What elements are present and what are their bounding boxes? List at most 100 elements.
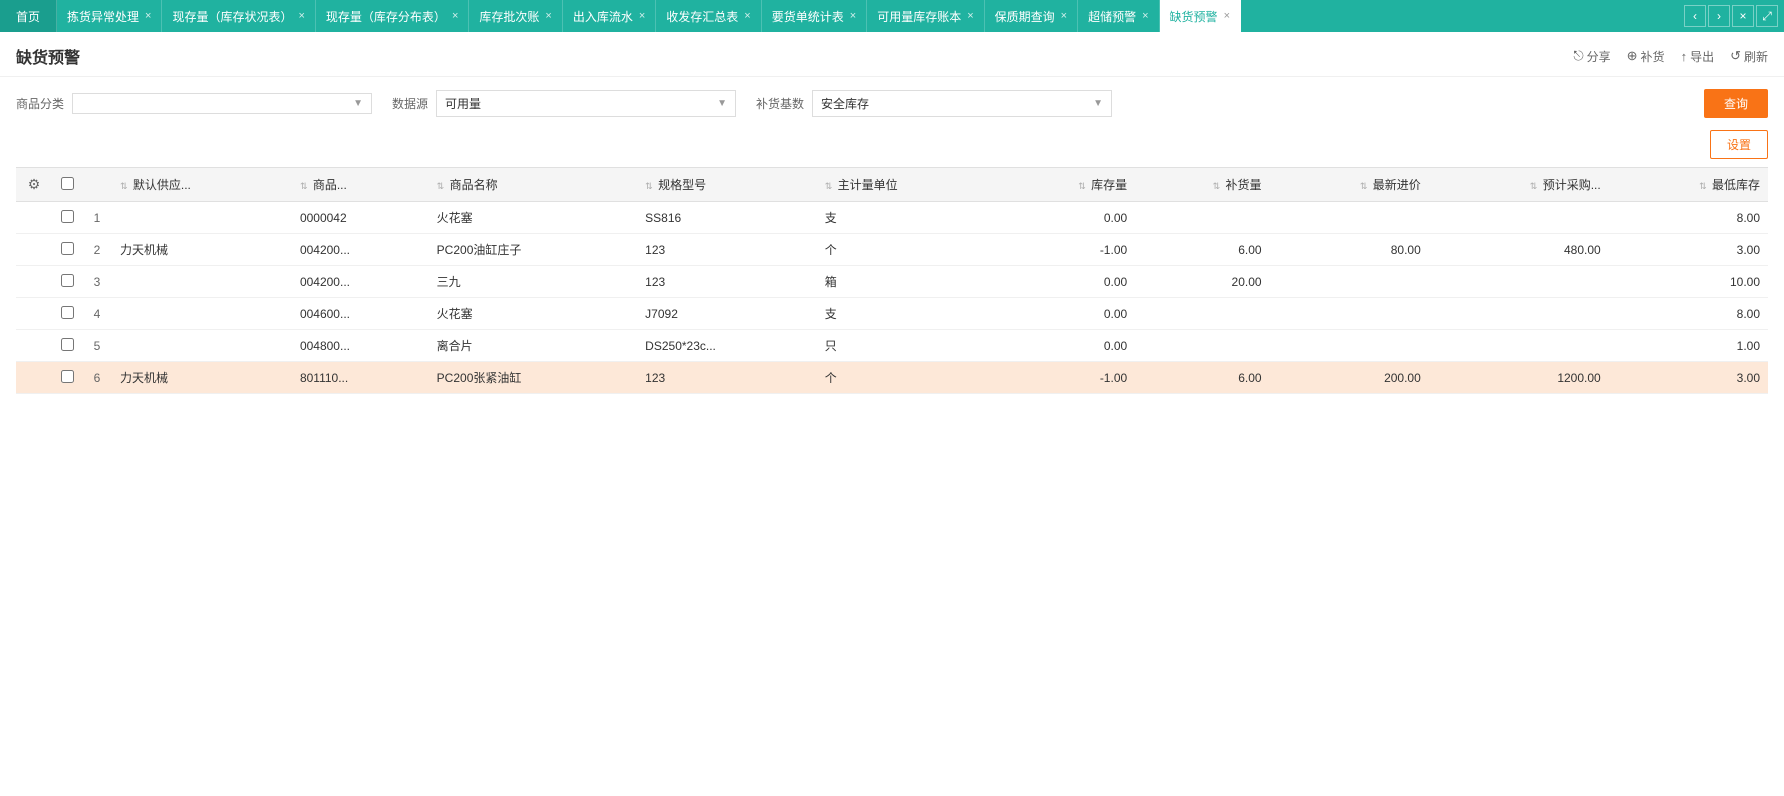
- row-minstock-5: 3.00: [1609, 362, 1768, 394]
- refresh-button[interactable]: ↺ 刷新: [1730, 48, 1768, 65]
- row-num-1: 2: [82, 234, 112, 266]
- col-checkbox-header[interactable]: [52, 168, 82, 202]
- row-stock-3: 0.00: [1001, 298, 1135, 330]
- btn-row: 设置: [0, 130, 1784, 167]
- tab-requisition[interactable]: 要货单统计表 ×: [762, 0, 867, 32]
- col-replenish-header[interactable]: ⇅ 补货量: [1135, 168, 1269, 202]
- row-checkbox-cell-3[interactable]: [52, 298, 82, 330]
- tab-close-requisition[interactable]: ×: [850, 10, 856, 22]
- sort-supplier-icon: ⇅: [120, 181, 128, 191]
- row-checkbox-1[interactable]: [61, 242, 74, 255]
- share-button[interactable]: ⎋ 分享: [1573, 48, 1610, 65]
- tab-close-shortage[interactable]: ×: [1224, 10, 1230, 22]
- row-stock-0: 0.00: [1001, 202, 1135, 234]
- sort-unit-icon: ⇅: [825, 181, 833, 191]
- nav-close-button[interactable]: ×: [1732, 5, 1754, 27]
- row-checkbox-cell-5[interactable]: [52, 362, 82, 394]
- table-header-row: ⚙ ⇅ 默认供应... ⇅ 商品... ⇅: [16, 168, 1768, 202]
- tab-close-picking[interactable]: ×: [145, 10, 151, 22]
- tab-close-inventory-status[interactable]: ×: [298, 10, 304, 22]
- replenish-button[interactable]: ⊕ 补货: [1627, 48, 1665, 65]
- row-stock-5: -1.00: [1001, 362, 1135, 394]
- select-all-checkbox[interactable]: [61, 177, 74, 190]
- tab-batch-ledger[interactable]: 库存批次账 ×: [469, 0, 562, 32]
- row-replenish-1: 6.00: [1135, 234, 1269, 266]
- row-price-2: [1270, 266, 1429, 298]
- col-minstock-header[interactable]: ⇅ 最低库存: [1609, 168, 1768, 202]
- row-checkbox-cell-0[interactable]: [52, 202, 82, 234]
- row-checkbox-5[interactable]: [61, 370, 74, 383]
- row-supplier-0: [112, 202, 292, 234]
- col-supplier-header[interactable]: ⇅ 默认供应...: [112, 168, 292, 202]
- row-stock-4: 0.00: [1001, 330, 1135, 362]
- row-price-0: [1270, 202, 1429, 234]
- row-settings-4: [16, 330, 52, 362]
- nav-fullscreen-button[interactable]: ⤢: [1756, 5, 1778, 27]
- row-num-0: 1: [82, 202, 112, 234]
- row-num-5: 6: [82, 362, 112, 394]
- tab-available-ledger[interactable]: 可用量库存账本 ×: [867, 0, 984, 32]
- nav-next-button[interactable]: ›: [1708, 5, 1730, 27]
- export-button[interactable]: ↑ 导出: [1681, 48, 1715, 65]
- row-checkbox-cell-2[interactable]: [52, 266, 82, 298]
- category-select[interactable]: ▼: [72, 93, 372, 114]
- query-button[interactable]: 查询: [1704, 89, 1768, 118]
- col-code-header[interactable]: ⇅ 商品...: [292, 168, 429, 202]
- tab-inventory-status[interactable]: 现存量（库存状况表） ×: [162, 0, 315, 32]
- row-settings-2: [16, 266, 52, 298]
- col-spec-header[interactable]: ⇅ 规格型号: [637, 168, 817, 202]
- row-price-3: [1270, 298, 1429, 330]
- row-checkbox-3[interactable]: [61, 306, 74, 319]
- tab-picking[interactable]: 拣货异常处理 ×: [57, 0, 162, 32]
- sort-estimated-icon: ⇅: [1530, 181, 1538, 191]
- row-checkbox-cell-4[interactable]: [52, 330, 82, 362]
- gear-icon[interactable]: ⚙: [28, 176, 41, 192]
- tab-home[interactable]: 首页: [0, 0, 57, 32]
- row-supplier-4: [112, 330, 292, 362]
- tab-overstock[interactable]: 超储预警 ×: [1078, 0, 1159, 32]
- sort-price-icon: ⇅: [1360, 181, 1368, 191]
- tab-inventory-dist[interactable]: 现存量（库存分布表） ×: [316, 0, 469, 32]
- row-checkbox-0[interactable]: [61, 210, 74, 223]
- row-minstock-1: 3.00: [1609, 234, 1768, 266]
- nav-prev-button[interactable]: ‹: [1684, 5, 1706, 27]
- row-estimated-1: 480.00: [1429, 234, 1609, 266]
- replenish-base-select[interactable]: 安全库存 ▼: [812, 90, 1112, 117]
- col-unit-header[interactable]: ⇅ 主计量单位: [817, 168, 1001, 202]
- tab-close-available-ledger[interactable]: ×: [967, 10, 973, 22]
- settings-button[interactable]: 设置: [1710, 130, 1768, 159]
- row-checkbox-cell-1[interactable]: [52, 234, 82, 266]
- row-replenish-0: [1135, 202, 1269, 234]
- tab-flow[interactable]: 出入库流水 ×: [563, 0, 656, 32]
- col-price-header[interactable]: ⇅ 最新进价: [1270, 168, 1429, 202]
- row-estimated-5: 1200.00: [1429, 362, 1609, 394]
- tab-close-flow[interactable]: ×: [639, 10, 645, 22]
- row-name-0: 火花塞: [429, 202, 638, 234]
- category-filter: 商品分类 ▼: [16, 93, 372, 114]
- tab-expiry[interactable]: 保质期查询 ×: [985, 0, 1078, 32]
- sort-stock-icon: ⇅: [1078, 181, 1086, 191]
- tab-close-overstock[interactable]: ×: [1142, 10, 1148, 22]
- tab-summary[interactable]: 收发存汇总表 ×: [656, 0, 761, 32]
- row-checkbox-2[interactable]: [61, 274, 74, 287]
- table-row: 5 004800... 离合片 DS250*23c... 只 0.00 1.00: [16, 330, 1768, 362]
- sort-code-icon: ⇅: [300, 181, 308, 191]
- row-spec-3: J7092: [637, 298, 817, 330]
- row-minstock-2: 10.00: [1609, 266, 1768, 298]
- col-estimated-header[interactable]: ⇅ 预计采购...: [1429, 168, 1609, 202]
- sort-spec-icon: ⇅: [645, 181, 653, 191]
- tab-close-summary[interactable]: ×: [744, 10, 750, 22]
- row-name-2: 三九: [429, 266, 638, 298]
- sort-minstock-icon: ⇅: [1699, 181, 1707, 191]
- col-settings[interactable]: ⚙: [16, 168, 52, 202]
- row-replenish-4: [1135, 330, 1269, 362]
- col-name-header[interactable]: ⇅ 商品名称: [429, 168, 638, 202]
- row-settings-3: [16, 298, 52, 330]
- tab-shortage[interactable]: 缺货预警 ×: [1160, 0, 1241, 32]
- tab-close-expiry[interactable]: ×: [1061, 10, 1067, 22]
- tab-close-batch-ledger[interactable]: ×: [545, 10, 551, 22]
- col-stock-header[interactable]: ⇅ 库存量: [1001, 168, 1135, 202]
- row-checkbox-4[interactable]: [61, 338, 74, 351]
- datasource-select[interactable]: 可用量 ▼: [436, 90, 736, 117]
- tab-close-inventory-dist[interactable]: ×: [452, 10, 458, 22]
